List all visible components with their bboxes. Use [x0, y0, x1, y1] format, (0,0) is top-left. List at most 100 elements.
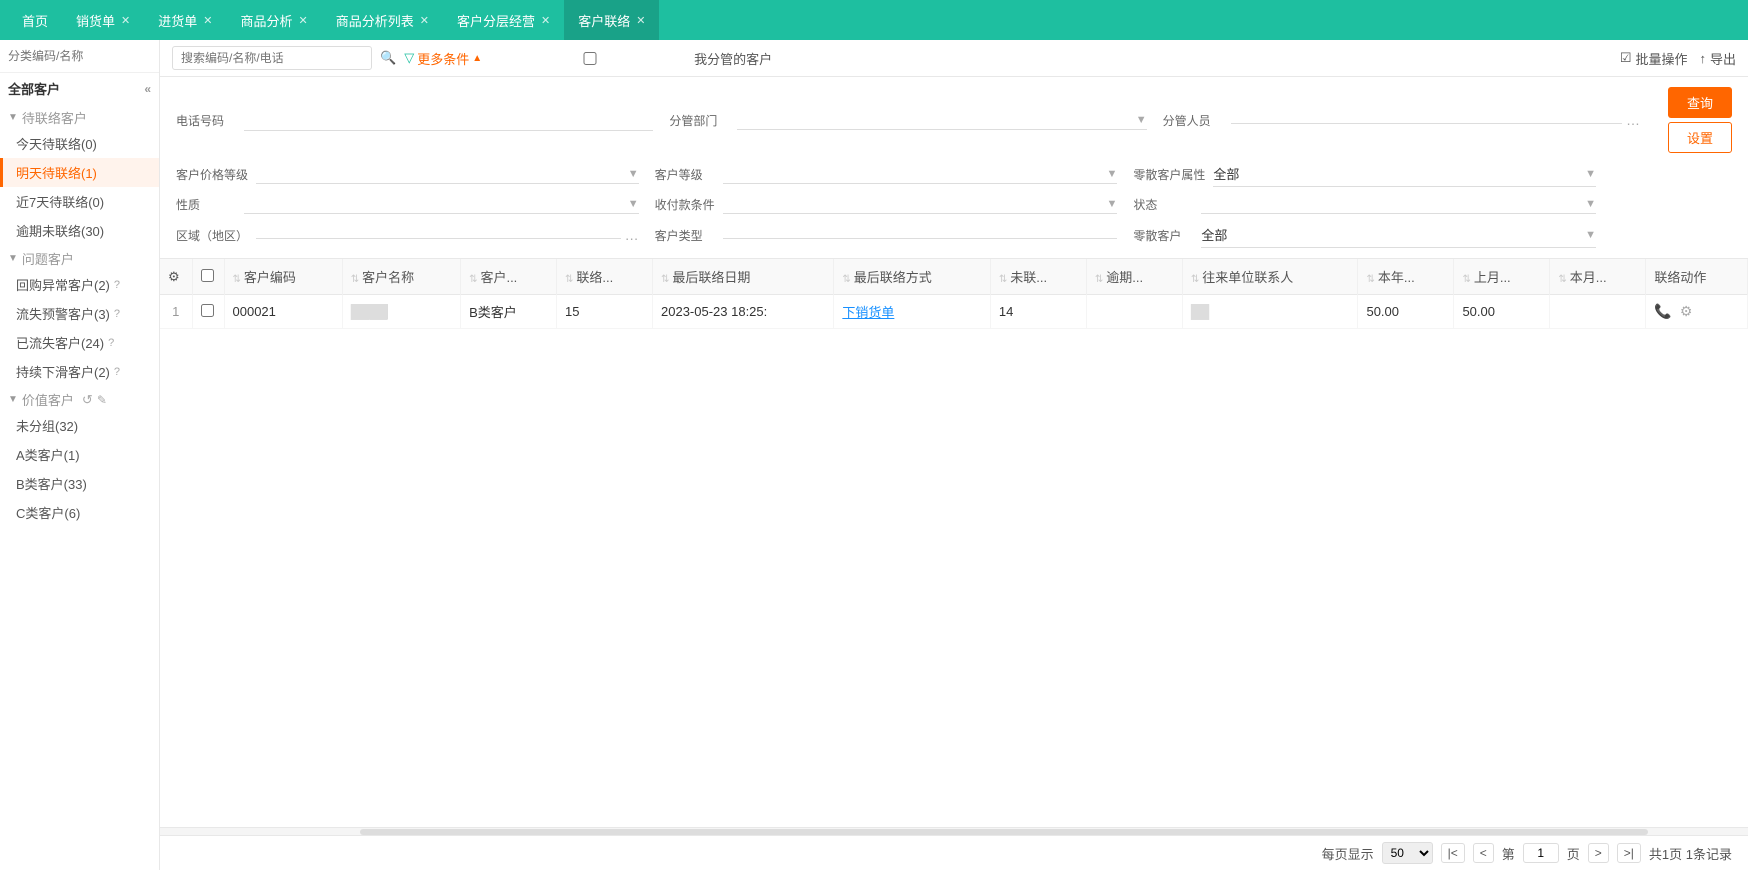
close-sale-icon[interactable]: ✕	[121, 14, 130, 27]
query-button[interactable]: 查询	[1668, 87, 1732, 118]
close-customer-tier-icon[interactable]: ✕	[541, 14, 550, 27]
field-customer-grade-label: 客户等级	[655, 166, 715, 183]
row-last-contact-method[interactable]: 下销货单	[834, 295, 991, 329]
scatter-attr-down-arrow-icon: ▼	[1585, 168, 1596, 180]
sidebar: 🔍 全部客户 « ▼ 待联络客户 今天待联络(0) 明天待联络(1) 近7天待联…	[0, 40, 160, 870]
help-icon-1[interactable]: ?	[114, 308, 120, 320]
all-customers-label: 全部客户	[8, 79, 60, 98]
sidebar-item-c-class[interactable]: C类客户(6)	[0, 498, 159, 527]
col-last-contact-date: 最后联络日期	[653, 259, 834, 295]
field-scatter-customer-select[interactable]: 全部 ▼	[1201, 222, 1596, 248]
close-purchase-icon[interactable]: ✕	[203, 14, 212, 27]
field-manager-select[interactable]	[1231, 117, 1622, 124]
sidebar-item-overdue[interactable]: 逾期未联络(30)	[0, 216, 159, 245]
col-config[interactable]: ⚙	[160, 259, 192, 295]
adv-filter-row-2: 客户价格等级 ▼ 客户等级 ▼ 零散客户属性 全部	[176, 161, 1732, 187]
top-nav: 首页 销货单 ✕ 进货单 ✕ 商品分析 ✕ 商品分析列表 ✕ 客户分层经营 ✕ …	[0, 0, 1748, 40]
field-nature-select[interactable]: ▼	[244, 195, 639, 214]
col-checkbox[interactable]	[192, 259, 224, 295]
field-customer-grade-select[interactable]: ▼	[723, 165, 1118, 184]
col-this-year: 本年...	[1358, 259, 1454, 295]
action-phone-icon[interactable]: 📞	[1654, 303, 1671, 320]
close-goods-analysis-icon[interactable]: ✕	[299, 14, 308, 27]
nav-home[interactable]: 首页	[8, 0, 62, 40]
close-customer-contact-icon[interactable]: ✕	[636, 14, 645, 27]
region-dots-icon[interactable]: …	[625, 227, 639, 243]
action-more-icon[interactable]: ⚙	[1680, 303, 1693, 320]
next-page-btn[interactable]: >	[1588, 843, 1609, 863]
page-unit: 页	[1567, 844, 1580, 863]
col-name: 客户名称	[342, 259, 460, 295]
row-checkbox-cell[interactable]	[192, 295, 224, 329]
field-region-label: 区域（地区）	[176, 227, 248, 244]
collapse-icon: «	[144, 82, 151, 96]
nav-purchase[interactable]: 进货单 ✕	[144, 0, 226, 40]
sidebar-item-repurchase-abnormal[interactable]: 回购异常客户(2) ?	[0, 270, 159, 299]
col-last-contact-method: 最后联络方式	[834, 259, 991, 295]
select-all-checkbox[interactable]	[201, 269, 214, 282]
nav-customer-tier[interactable]: 客户分层经营 ✕	[443, 0, 564, 40]
sidebar-item-declining[interactable]: 持续下滑客户(2) ?	[0, 357, 159, 386]
nav-goods-analysis-list[interactable]: 商品分析列表 ✕	[322, 0, 443, 40]
table-footer: 每页显示 50 20 100 |< < 第 页 > >| 共1页 1条记录	[160, 835, 1748, 870]
my-customers-checkbox-label[interactable]: 我分管的客户	[490, 49, 772, 68]
row-overdue	[1086, 295, 1182, 329]
row-checkbox[interactable]	[201, 304, 214, 317]
prev-page-btn[interactable]: <	[1473, 843, 1494, 863]
total-label: 共1页 1条记录	[1649, 844, 1732, 863]
sidebar-item-a-class[interactable]: A类客户(1)	[0, 440, 159, 469]
query-btn-group: 查询 设置	[1668, 87, 1732, 153]
edit-group-icon[interactable]: ✎	[97, 393, 107, 407]
sidebar-item-7days[interactable]: 近7天待联络(0)	[0, 187, 159, 216]
last-contact-link[interactable]: 下销货单	[842, 305, 894, 320]
sidebar-item-ungrouped[interactable]: 未分组(32)	[0, 411, 159, 440]
col-type: 客户...	[461, 259, 557, 295]
my-customers-checkbox[interactable]	[490, 52, 690, 65]
field-phone-label: 电话号码	[176, 112, 236, 129]
search-input[interactable]	[172, 46, 372, 70]
sidebar-item-b-class[interactable]: B类客户(33)	[0, 469, 159, 498]
field-region-select[interactable]	[256, 232, 621, 239]
sidebar-item-tomorrow[interactable]: 明天待联络(1)	[0, 158, 159, 187]
all-customers-header[interactable]: 全部客户 «	[0, 73, 159, 104]
field-price-grade-label: 客户价格等级	[176, 166, 248, 183]
page-number-input[interactable]	[1523, 843, 1559, 863]
field-price-grade-select[interactable]: ▼	[256, 165, 639, 184]
sidebar-item-churned[interactable]: 已流失客户(24) ?	[0, 328, 159, 357]
row-action: 📞 ⚙	[1646, 295, 1748, 329]
last-page-btn[interactable]: >|	[1617, 843, 1641, 863]
col-company-contact: 往来单位联系人	[1182, 259, 1358, 295]
export-btn[interactable]: ↑ 导出	[1699, 49, 1736, 68]
field-scatter-customer: 零散客户 全部 ▼	[1133, 222, 1596, 248]
horizontal-scrollbar[interactable]	[160, 827, 1748, 835]
field-customer-type-select[interactable]	[723, 232, 1118, 239]
first-page-btn[interactable]: |<	[1441, 843, 1465, 863]
field-phone: 电话号码	[176, 110, 653, 131]
field-phone-input[interactable]	[244, 110, 653, 131]
close-goods-list-icon[interactable]: ✕	[420, 14, 429, 27]
more-conditions-btn[interactable]: ▽ 更多条件 ▲	[404, 49, 482, 68]
col-this-month: 本月...	[1550, 259, 1646, 295]
nav-sale[interactable]: 销货单 ✕	[62, 0, 144, 40]
field-nature-label: 性质	[176, 196, 236, 213]
problem-group-label: ▼ 问题客户	[0, 245, 159, 270]
sidebar-search-input[interactable]	[8, 49, 160, 63]
manager-dots-icon[interactable]: …	[1626, 112, 1640, 128]
nav-customer-contact[interactable]: 客户联络 ✕	[564, 0, 659, 40]
settings-button[interactable]: 设置	[1668, 122, 1732, 153]
field-status-select[interactable]: ▼	[1201, 195, 1596, 214]
help-icon-2[interactable]: ?	[108, 337, 114, 349]
help-icon-3[interactable]: ?	[114, 366, 120, 378]
filter-search-icon[interactable]: 🔍	[380, 50, 396, 66]
field-payment-select[interactable]: ▼	[723, 195, 1118, 214]
refresh-icon[interactable]: ↺	[82, 392, 93, 408]
field-scatter-attr-select[interactable]: 全部 ▼	[1213, 161, 1596, 187]
per-page-select[interactable]: 50 20 100	[1382, 842, 1433, 864]
sidebar-item-today[interactable]: 今天待联络(0)	[0, 129, 159, 158]
nav-goods-analysis[interactable]: 商品分析 ✕	[226, 0, 321, 40]
page-label: 第	[1502, 844, 1515, 863]
batch-op-btn[interactable]: ☑ 批量操作	[1620, 49, 1688, 68]
sidebar-item-churn-warning[interactable]: 流失预警客户(3) ?	[0, 299, 159, 328]
field-dept-select[interactable]: ▼	[737, 111, 1146, 130]
help-icon-0[interactable]: ?	[114, 279, 120, 291]
